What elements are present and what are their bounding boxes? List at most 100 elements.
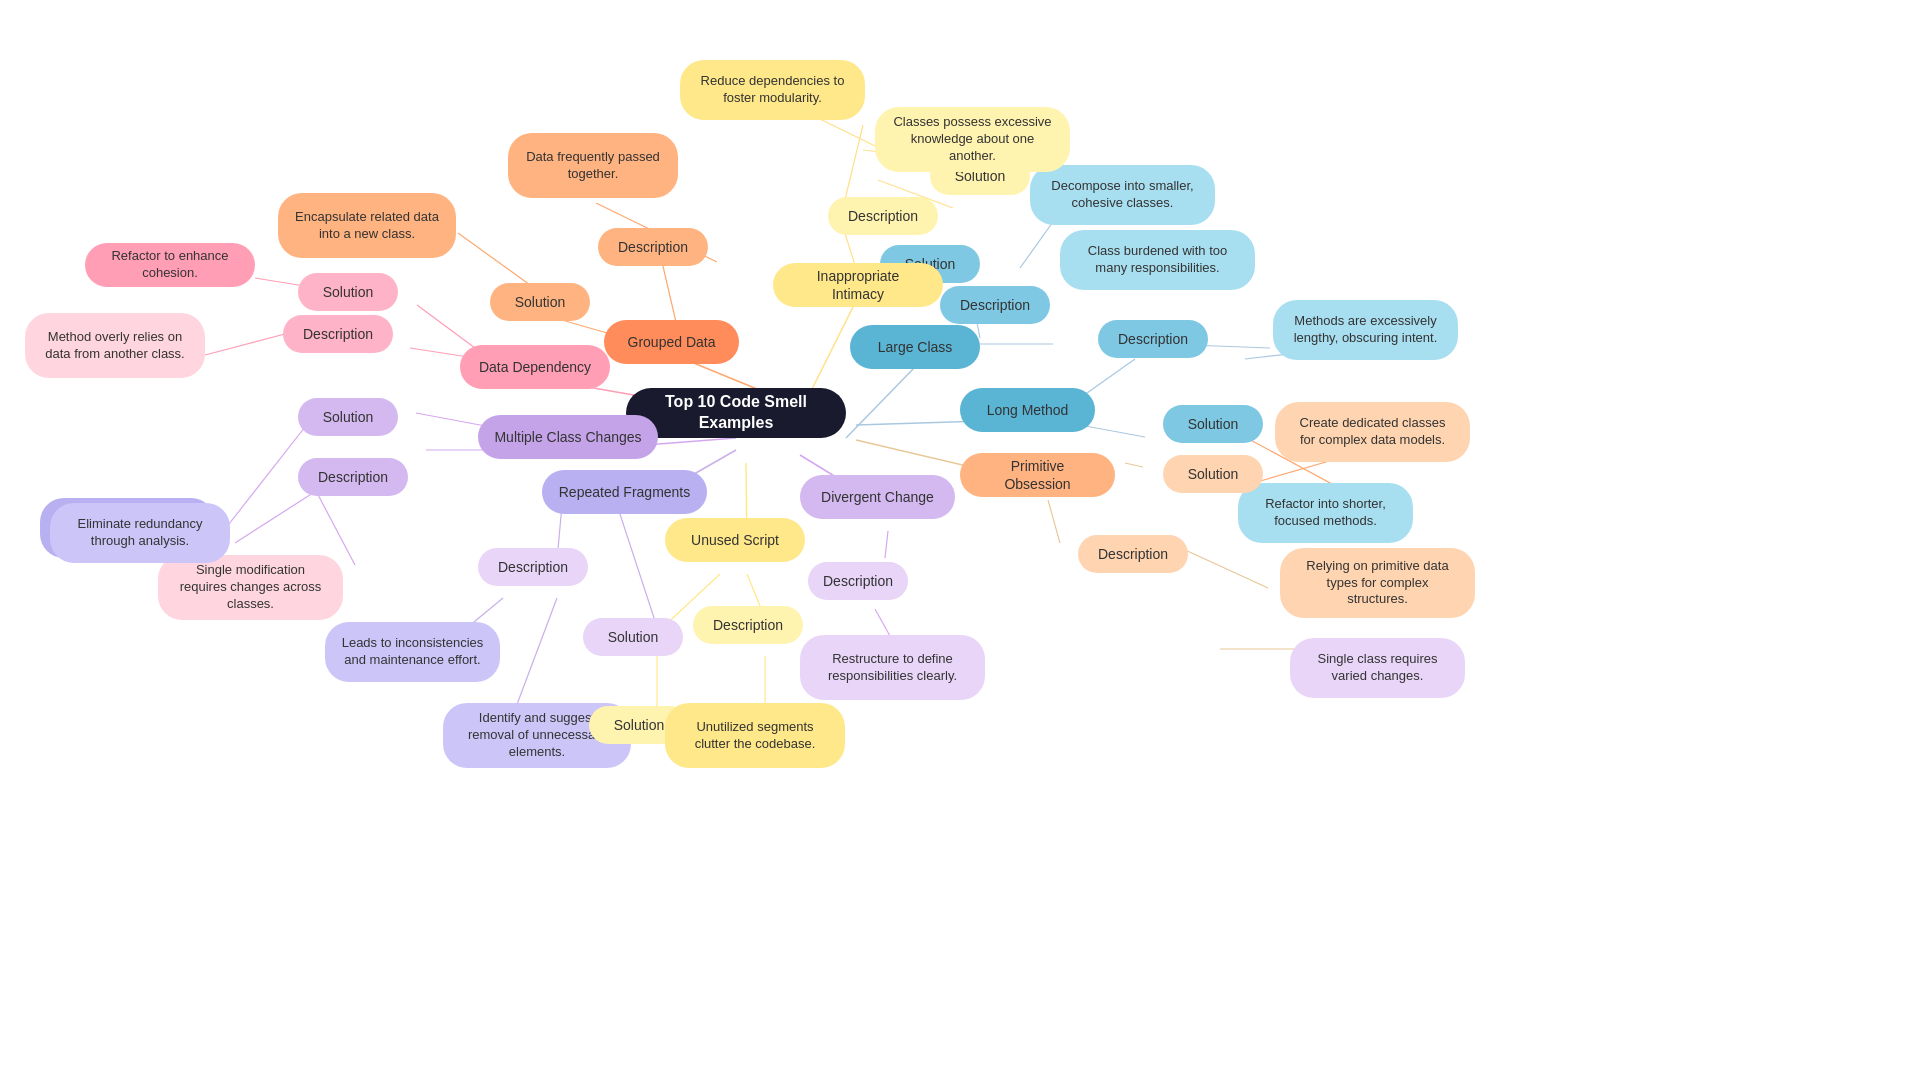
large-class-label: Large Class xyxy=(878,338,953,356)
grouped-data-desc-text: Data frequently passed together. xyxy=(508,133,678,198)
us-desc-text: Unutilized segments clutter the codebase… xyxy=(665,703,845,768)
ii-sol-text: Reduce dependencies to foster modularity… xyxy=(696,73,849,107)
lc-desc-text: Class burdened with too many responsibil… xyxy=(1076,243,1239,277)
lc-sol-text: Decompose into smaller, cohesive classes… xyxy=(1046,178,1199,212)
us-desc-label: Description xyxy=(713,616,783,634)
rf-desc-node: Description xyxy=(478,548,588,586)
mcc-desc-text: Single modification requires changes acr… xyxy=(158,555,343,620)
svg-line-50 xyxy=(885,531,888,558)
rf-sol-node: Solution xyxy=(583,618,683,656)
dd-sol-text: Refactor to enhance cohesion. xyxy=(101,248,239,282)
svg-line-0 xyxy=(846,367,915,438)
prim-obs-desc-text: Single class requires varied changes. xyxy=(1290,638,1465,698)
dc-sol-node: Description xyxy=(808,562,908,600)
rf-sol-label: Solution xyxy=(608,628,659,646)
gd-sol-text: Encapsulate related data into a new clas… xyxy=(294,209,440,243)
dd-desc-label: Description xyxy=(303,325,373,343)
data-dep-sol-text: Refactor to enhance cohesion. xyxy=(85,243,255,287)
rf-desc-text: Leads to inconsistencies and maintenance… xyxy=(325,622,500,682)
unused-script-node: Unused Script xyxy=(665,518,805,562)
lm-sol-text: Refactor into shorter, focused methods. xyxy=(1254,496,1397,530)
svg-line-15 xyxy=(1080,425,1145,437)
multiple-class-changes-node: Multiple Class Changes xyxy=(478,415,658,459)
svg-line-39 xyxy=(316,491,355,565)
po-sol-text: Relying on primitive data types for comp… xyxy=(1296,558,1459,609)
us-desc-node: Description xyxy=(693,606,803,644)
long-method-desc-node: Description xyxy=(1098,320,1208,358)
inapp-desc-node: Description xyxy=(828,197,938,235)
dd-desc-text: Method overly relies on data from anothe… xyxy=(41,329,189,363)
gd-sol-label: Solution xyxy=(515,293,566,311)
divergent-change-node: Divergent Change xyxy=(800,475,955,519)
svg-line-42 xyxy=(617,505,658,630)
long-method-node: Long Method xyxy=(960,388,1095,432)
svg-line-18 xyxy=(1125,463,1143,467)
long-method-sol-node: Solution xyxy=(1163,405,1263,443)
inapp-intimacy-node: Inappropriate Intimacy xyxy=(773,263,943,307)
po-desc-label: Description xyxy=(1098,545,1168,563)
rf-label: Repeated Fragments xyxy=(559,483,691,501)
dc-label: Divergent Change xyxy=(821,488,934,506)
po-label: Primitive Obsession xyxy=(976,457,1099,493)
mcc-desc-node: Description xyxy=(298,458,408,496)
us-sol-label: Solution xyxy=(614,716,665,734)
prim-obs-sol-node: Solution xyxy=(1163,455,1263,493)
mcc-desc-label: Description xyxy=(318,468,388,486)
mcc-sol-node: Solution xyxy=(298,398,398,436)
data-dependency-node: Data Dependency xyxy=(460,345,610,389)
mcc-sol-label: Solution xyxy=(323,408,374,426)
grouped-data-sol-text: Encapsulate related data into a new clas… xyxy=(278,193,456,258)
svg-line-27 xyxy=(843,125,863,208)
elim-label: Eliminate redundancy through analysis. xyxy=(66,516,214,550)
lc-desc-label: Description xyxy=(960,296,1030,314)
inapp-desc-text: Classes possess excessive knowledge abou… xyxy=(875,107,1070,172)
grouped-data-desc-node: Description xyxy=(598,228,708,266)
large-class-node: Large Class xyxy=(850,325,980,369)
svg-line-19 xyxy=(1048,500,1060,543)
gd-desc-text: Data frequently passed together. xyxy=(524,149,662,183)
prim-obs-desc-node: Description xyxy=(1078,535,1188,573)
long-method-label: Long Method xyxy=(987,401,1069,419)
ii-desc-label: Description xyxy=(848,207,918,225)
po-sol-label: Solution xyxy=(1188,465,1239,483)
large-class-desc-text: Class burdened with too many responsibil… xyxy=(1060,230,1255,290)
prim-obs-sol-text2: Create dedicated classes for complex dat… xyxy=(1275,402,1470,462)
inapp-sol-text: Reduce dependencies to foster modularity… xyxy=(680,60,865,120)
svg-line-52 xyxy=(235,491,316,543)
data-dep-sol-node: Solution xyxy=(298,273,398,311)
gd-desc-label: Description xyxy=(618,238,688,256)
data-dep-desc-text: Method overly relies on data from anothe… xyxy=(25,313,205,378)
po-desc-text: Single class requires varied changes. xyxy=(1306,651,1449,685)
long-method-sol-text: Refactor into shorter, focused methods. xyxy=(1238,483,1413,543)
lm-sol-label: Solution xyxy=(1188,415,1239,433)
grouped-data-sol-node: Solution xyxy=(490,283,590,321)
svg-line-43 xyxy=(513,598,557,715)
dc-sol-label: Description xyxy=(823,572,893,590)
svg-line-34 xyxy=(417,305,475,348)
ii-desc-text: Classes possess excessive knowledge abou… xyxy=(891,114,1054,165)
large-class-sol-text: Decompose into smaller, cohesive classes… xyxy=(1030,165,1215,225)
svg-line-14 xyxy=(1080,359,1135,398)
long-method-desc-text: Methods are excessively lengthy, obscuri… xyxy=(1273,300,1458,360)
dd-sol-label: Solution xyxy=(323,283,374,301)
mcc-label: Multiple Class Changes xyxy=(494,428,641,446)
dd-label: Data Dependency xyxy=(479,358,591,376)
gd-label: Grouped Data xyxy=(628,333,716,351)
po-sol-text2: Create dedicated classes for complex dat… xyxy=(1291,415,1454,449)
ii-label: Inappropriate Intimacy xyxy=(789,267,927,303)
dc-sol-text: Restructure to define responsibilities c… xyxy=(800,635,985,700)
prim-obsession-node: Primitive Obsession xyxy=(960,453,1115,497)
lm-desc-label: Description xyxy=(1118,330,1188,348)
eliminate-redundancy-node: Eliminate redundancy through analysis. xyxy=(50,503,230,563)
us-label: Unused Script xyxy=(691,531,779,549)
rf-desc-label: Description xyxy=(498,558,568,576)
grouped-data-node: Grouped Data xyxy=(604,320,739,364)
lm-desc-text: Methods are excessively lengthy, obscuri… xyxy=(1289,313,1442,347)
large-class-desc-node: Description xyxy=(940,286,1050,324)
dc-sol-text: Restructure to define responsibilities c… xyxy=(816,651,969,685)
center-label: Top 10 Code Smell Examples xyxy=(654,392,818,434)
prim-obs-sol-text: Relying on primitive data types for comp… xyxy=(1280,548,1475,618)
us-desc-text: Unutilized segments clutter the codebase… xyxy=(681,719,829,753)
rf-desc-text: Leads to inconsistencies and maintenance… xyxy=(341,635,484,669)
mcc-desc-text: Single modification requires changes acr… xyxy=(174,562,327,613)
